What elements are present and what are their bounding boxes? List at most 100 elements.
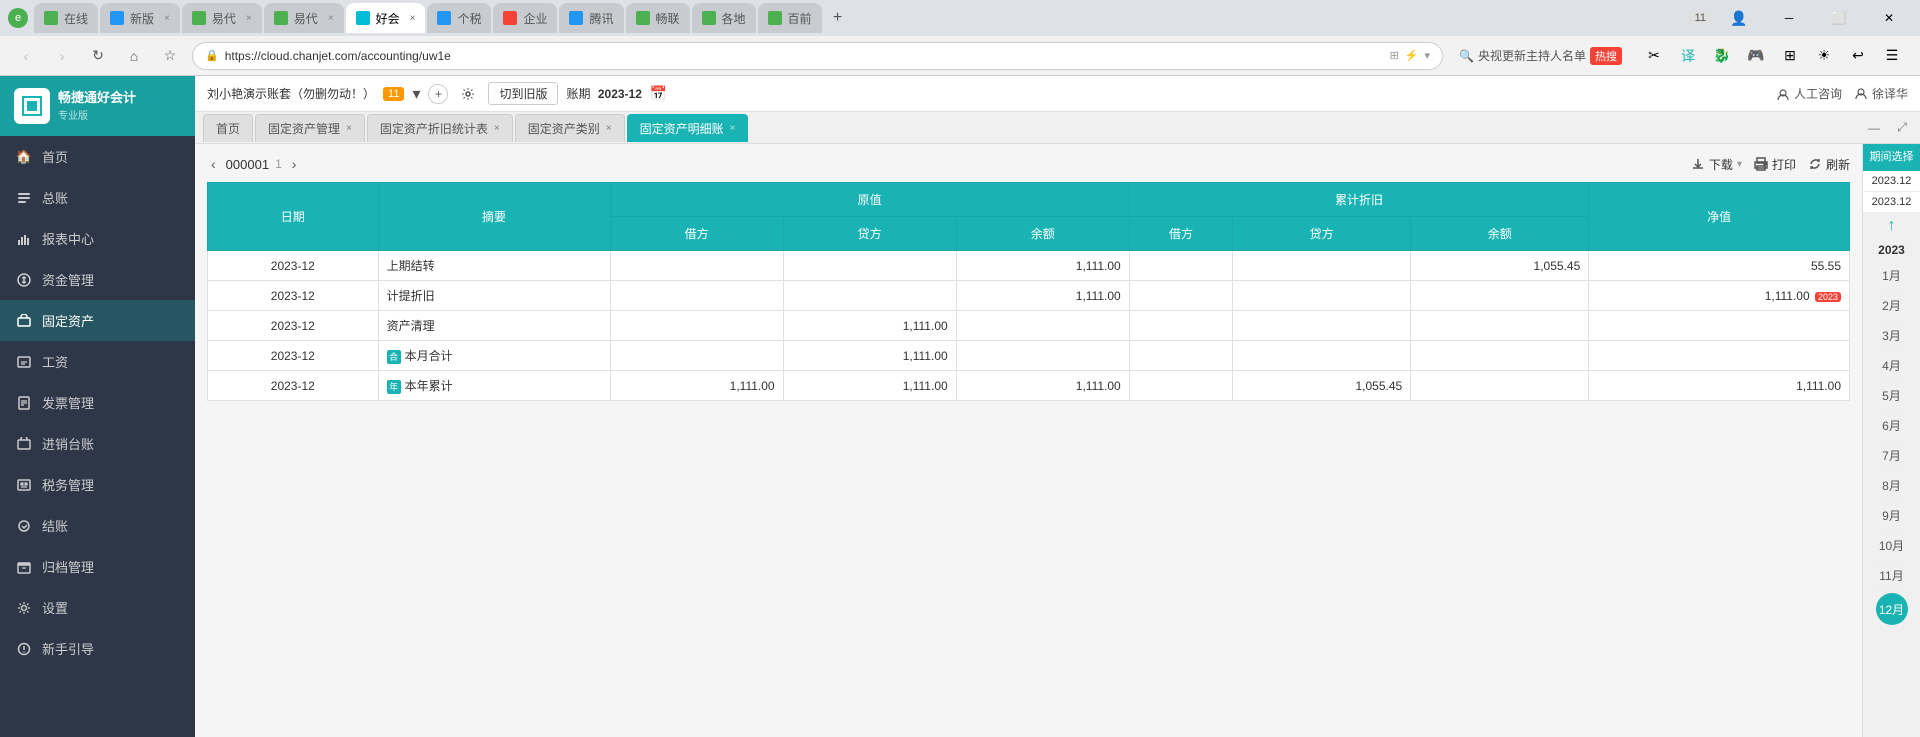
period-month-4[interactable]: 4月 (1878, 351, 1905, 381)
game-icon[interactable]: 🎮 (1740, 42, 1772, 70)
nav-home-btn[interactable]: ⌂ (120, 42, 148, 70)
account-settings-icon[interactable] (456, 82, 480, 106)
page-prev-btn[interactable]: ‹ (207, 154, 220, 174)
tab-chang[interactable]: 畅联 (626, 3, 690, 33)
page-tab-fixed-cat[interactable]: 固定资产类别 × (515, 114, 625, 142)
tab-haokuai[interactable]: 好会 × (346, 3, 426, 33)
tab-close-icon[interactable]: × (410, 13, 416, 24)
window-close-btn[interactable]: ✕ (1866, 3, 1912, 33)
page-next-btn[interactable]: › (288, 154, 301, 174)
period-month-8[interactable]: 8月 (1878, 471, 1905, 501)
page-tab-fixed-depr[interactable]: 固定资产折旧统计表 × (367, 114, 513, 142)
undo-icon[interactable]: ↩ (1842, 42, 1874, 70)
cell-depr-balance (1411, 311, 1589, 341)
cell-orig-balance: 1,111.00 (956, 371, 1129, 401)
tab-muqian[interactable]: 百前 (758, 3, 822, 33)
sidebar-item-fixed[interactable]: 固定资产 (0, 300, 195, 341)
url-bar[interactable]: 🔒 https://cloud.chanjet.com/accounting/u… (192, 42, 1443, 70)
period-month-11[interactable]: 11月 (1875, 561, 1907, 591)
tab-maximize-icon[interactable]: ⤢ (1892, 118, 1912, 138)
window-profile-btn[interactable]: 👤 (1716, 3, 1762, 33)
sidebar-item-label: 新手引导 (42, 639, 94, 658)
tab-close-icon[interactable]: × (606, 123, 612, 134)
menu-icon[interactable]: ☰ (1876, 42, 1908, 70)
nav-back-btn[interactable]: ‹ (12, 42, 40, 70)
sidebar-item-close[interactable]: 结账 (0, 505, 195, 546)
tab-close-icon[interactable]: × (346, 123, 352, 134)
download-btn[interactable]: 下载 ▾ (1691, 156, 1742, 173)
translate-icon[interactable]: 译 (1672, 42, 1704, 70)
period-month-2[interactable]: 2月 (1878, 291, 1905, 321)
tab-close-icon[interactable]: × (164, 13, 170, 24)
tab-add-button[interactable]: + (824, 4, 852, 32)
tab-label: 各地 (722, 10, 746, 27)
tab-minimize-icon[interactable]: — (1864, 118, 1884, 138)
tab-favicon (768, 11, 782, 25)
sidebar-item-payroll[interactable]: 工资 (0, 341, 195, 382)
tab-favicon (192, 11, 206, 25)
tab-close-icon[interactable]: × (328, 13, 334, 24)
cell-depr-credit (1233, 311, 1411, 341)
user-avatar[interactable]: 徐译华 (1854, 85, 1908, 102)
account-dropdown-icon[interactable]: ▾ (412, 84, 420, 104)
tab-close-icon[interactable]: × (730, 123, 736, 134)
switch-version-btn[interactable]: 切到旧版 (488, 82, 558, 105)
account-add-btn[interactable]: + (428, 84, 448, 104)
sidebar-item-capital[interactable]: 资金管理 (0, 259, 195, 300)
sidebar-item-settings[interactable]: 设置 (0, 587, 195, 628)
tab-new[interactable]: 新版 × (100, 3, 180, 33)
browser-tab-bar: e 在线 新版 × 易代 × 易代 × 好会 × 个税 企业 腾讯 畅联 (0, 0, 1920, 36)
tab-close-icon[interactable]: × (494, 123, 500, 134)
sidebar-item-tax[interactable]: 税务管理 (0, 464, 195, 505)
payroll-icon (16, 354, 32, 370)
tab-close-icon[interactable]: × (246, 13, 252, 24)
nav-refresh-btn[interactable]: ↻ (84, 42, 112, 70)
sidebar-item-home[interactable]: 🏠 首页 (0, 136, 195, 177)
extension-icon[interactable]: 🐉 (1706, 42, 1738, 70)
sidebar-item-report[interactable]: 报表中心 (0, 218, 195, 259)
nav-bookmark-btn[interactable]: ☆ (156, 42, 184, 70)
print-btn[interactable]: 打印 (1754, 156, 1796, 173)
period-month-9[interactable]: 9月 (1878, 501, 1905, 531)
settings-icon (16, 600, 32, 616)
tab-gedi[interactable]: 各地 (692, 3, 756, 33)
tab-label: 固定资产折旧统计表 (380, 120, 488, 137)
window-minimize-btn[interactable]: ─ (1766, 3, 1812, 33)
sidebar-item-invoice[interactable]: 发票管理 (0, 382, 195, 423)
tab-yidai2[interactable]: 易代 × (264, 3, 344, 33)
page-count: 1 (275, 157, 282, 171)
period-month-10[interactable]: 10月 (1875, 531, 1908, 561)
period-scroll-up[interactable]: ↑ (1863, 213, 1920, 239)
period-month-1[interactable]: 1月 (1878, 261, 1905, 291)
period-month-3[interactable]: 3月 (1878, 321, 1905, 351)
period-month-12[interactable]: 12月 (1876, 593, 1908, 625)
grid-icon[interactable]: ⊞ (1774, 42, 1806, 70)
period-month-6[interactable]: 6月 (1878, 411, 1905, 441)
period-month-5[interactable]: 5月 (1878, 381, 1905, 411)
refresh-btn[interactable]: 刷新 (1808, 156, 1850, 173)
sidebar-item-purchase[interactable]: 进销台账 (0, 423, 195, 464)
customer-service-btn[interactable]: 人工咨询 (1776, 85, 1842, 102)
page-tab-home[interactable]: 首页 (203, 114, 253, 142)
window-restore-btn[interactable]: ⬜ (1816, 3, 1862, 33)
nav-forward-btn[interactable]: › (48, 42, 76, 70)
action-btns: 下载 ▾ 打印 刷新 (1691, 156, 1850, 173)
page-tab-fixed-detail[interactable]: 固定资产明细账 × (627, 114, 749, 142)
sidebar-item-guide[interactable]: 新手引导 (0, 628, 195, 669)
tab-enterprise[interactable]: 企业 (493, 3, 557, 33)
tab-indiv-tax[interactable]: 个税 (427, 3, 491, 33)
page-tab-fixed-mgmt[interactable]: 固定资产管理 × (255, 114, 365, 142)
tab-favicon (636, 11, 650, 25)
tab-favicon (702, 11, 716, 25)
calendar-icon[interactable]: 📅 (650, 85, 667, 102)
sidebar-item-label: 结账 (42, 516, 68, 535)
tab-online[interactable]: 在线 (34, 3, 98, 33)
scissors-icon[interactable]: ✂ (1638, 42, 1670, 70)
period-month-7[interactable]: 7月 (1878, 441, 1905, 471)
sidebar-item-label: 总账 (42, 188, 68, 207)
tab-tencent[interactable]: 腾讯 (559, 3, 623, 33)
tab-yidai1[interactable]: 易代 × (182, 3, 262, 33)
sidebar-item-general[interactable]: 总账 (0, 177, 195, 218)
sidebar-item-archive[interactable]: 归档管理 (0, 546, 195, 587)
brightness-icon[interactable]: ☀ (1808, 42, 1840, 70)
